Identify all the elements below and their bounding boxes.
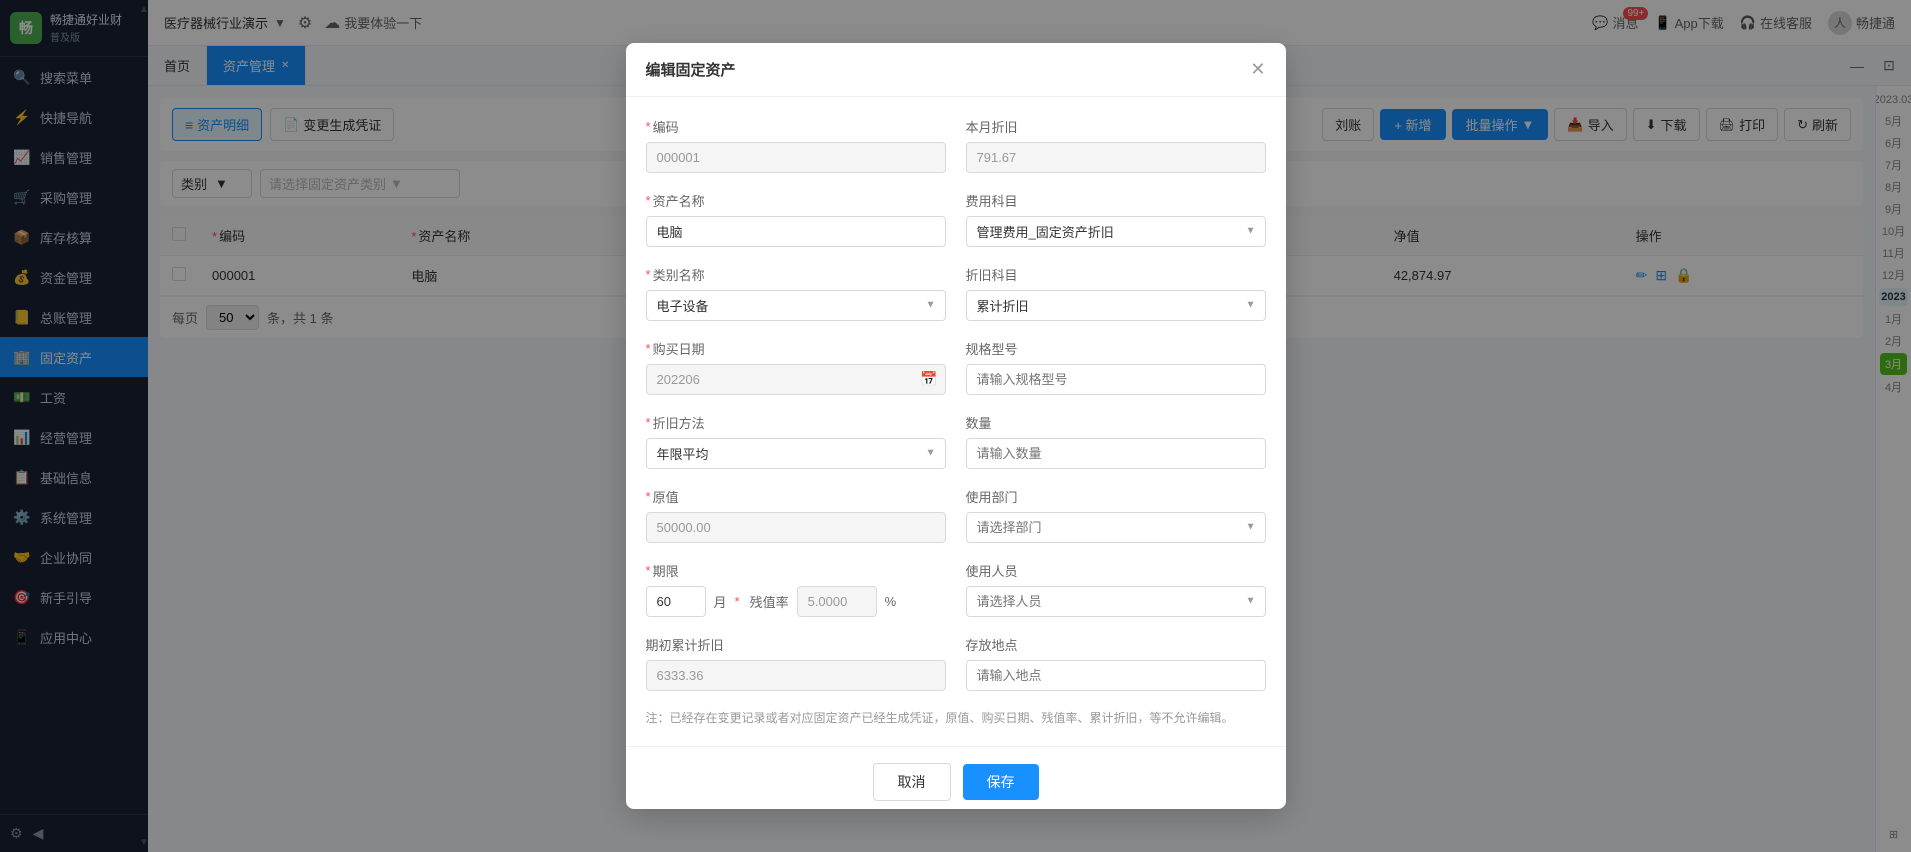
modal-overlay: 编辑固定资产 ✕ * 编码 本月折旧	[0, 0, 1911, 852]
location-input[interactable]	[966, 660, 1266, 691]
monthly-depre-label: 本月折旧	[966, 117, 1266, 136]
modal-note: 注：已经存在变更记录或者对应固定资产已经生成凭证，原值、购买日期、残值率、累计折…	[646, 709, 1266, 726]
form-col-department: 使用部门	[966, 487, 1266, 543]
form-col-person: 使用人员	[966, 561, 1266, 617]
depre-subject-label: 折旧科目	[966, 265, 1266, 284]
expense-subject-select[interactable]	[966, 216, 1266, 247]
opening-accum-input[interactable]	[646, 660, 946, 691]
category-select-wrap	[646, 290, 946, 321]
form-row-5: * 折旧方法 数量	[646, 413, 1266, 469]
modal-header: 编辑固定资产 ✕	[626, 43, 1286, 97]
modal-title: 编辑固定资产	[646, 59, 736, 80]
modal-close-button[interactable]: ✕	[1250, 59, 1265, 80]
purchase-date-label: * 购买日期	[646, 339, 946, 358]
quantity-input[interactable]	[966, 438, 1266, 469]
form-col-depre-method: * 折旧方法	[646, 413, 946, 469]
residual-rate-unit: %	[885, 594, 897, 609]
residual-rate-input[interactable]	[797, 586, 877, 617]
location-label: 存放地点	[966, 635, 1266, 654]
person-select[interactable]	[966, 586, 1266, 617]
form-col-category: * 类别名称	[646, 265, 946, 321]
monthly-depre-input[interactable]	[966, 142, 1266, 173]
original-value-label: * 原值	[646, 487, 946, 506]
form-row-7: * 期限 月 * 残值率 % 使用人员	[646, 561, 1266, 617]
form-col-opening-accum: 期初累计折旧	[646, 635, 946, 691]
form-col-monthly-depre: 本月折旧	[966, 117, 1266, 173]
asset-name-input[interactable]	[646, 216, 946, 247]
code-label: * 编码	[646, 117, 946, 136]
depre-subject-select-wrap	[966, 290, 1266, 321]
period-label: * 期限	[646, 561, 946, 580]
modal-footer: 取消 保存	[626, 746, 1286, 810]
opening-accum-label: 期初累计折旧	[646, 635, 946, 654]
category-select[interactable]	[646, 290, 946, 321]
form-col-purchase-date: * 购买日期 📅	[646, 339, 946, 395]
form-row-3: * 类别名称 折旧科目	[646, 265, 1266, 321]
form-col-code: * 编码	[646, 117, 946, 173]
edit-asset-modal: 编辑固定资产 ✕ * 编码 本月折旧	[626, 43, 1286, 810]
form-row-1: * 编码 本月折旧	[646, 117, 1266, 173]
category-label: * 类别名称	[646, 265, 946, 284]
code-input[interactable]	[646, 142, 946, 173]
purchase-date-wrap: 📅	[646, 364, 946, 395]
period-input[interactable]	[646, 586, 706, 617]
form-col-expense-subject: 费用科目	[966, 191, 1266, 247]
form-col-location: 存放地点	[966, 635, 1266, 691]
department-select[interactable]	[966, 512, 1266, 543]
form-row-6: * 原值 使用部门	[646, 487, 1266, 543]
form-row-2: * 资产名称 费用科目	[646, 191, 1266, 247]
department-select-wrap	[966, 512, 1266, 543]
cancel-button[interactable]: 取消	[873, 763, 951, 801]
depre-method-select[interactable]	[646, 438, 946, 469]
quantity-label: 数量	[966, 413, 1266, 432]
period-unit-label: 月	[714, 592, 727, 611]
depre-subject-select[interactable]	[966, 290, 1266, 321]
form-col-spec: 规格型号	[966, 339, 1266, 395]
purchase-date-input[interactable]	[646, 364, 946, 395]
form-col-period-residual: * 期限 月 * 残值率 %	[646, 561, 946, 617]
form-col-original-value: * 原值	[646, 487, 946, 543]
person-select-wrap	[966, 586, 1266, 617]
expense-subject-select-wrap	[966, 216, 1266, 247]
residual-rate-required: *	[735, 594, 740, 609]
original-value-input[interactable]	[646, 512, 946, 543]
modal-body: * 编码 本月折旧 * 资产名称	[626, 97, 1286, 746]
spec-label: 规格型号	[966, 339, 1266, 358]
save-button[interactable]: 保存	[963, 764, 1039, 800]
expense-subject-label: 费用科目	[966, 191, 1266, 210]
asset-name-label: * 资产名称	[646, 191, 946, 210]
form-row-8: 期初累计折旧 存放地点	[646, 635, 1266, 691]
depre-method-label: * 折旧方法	[646, 413, 946, 432]
person-label: 使用人员	[966, 561, 1266, 580]
spec-input[interactable]	[966, 364, 1266, 395]
form-col-depre-subject: 折旧科目	[966, 265, 1266, 321]
calendar-icon[interactable]: 📅	[920, 371, 937, 388]
department-label: 使用部门	[966, 487, 1266, 506]
form-row-4: * 购买日期 📅 规格型号	[646, 339, 1266, 395]
residual-rate-label: 残值率	[750, 592, 789, 611]
depre-method-select-wrap	[646, 438, 946, 469]
period-residual-group: 月 * 残值率 %	[646, 586, 946, 617]
form-col-quantity: 数量	[966, 413, 1266, 469]
form-col-asset-name: * 资产名称	[646, 191, 946, 247]
